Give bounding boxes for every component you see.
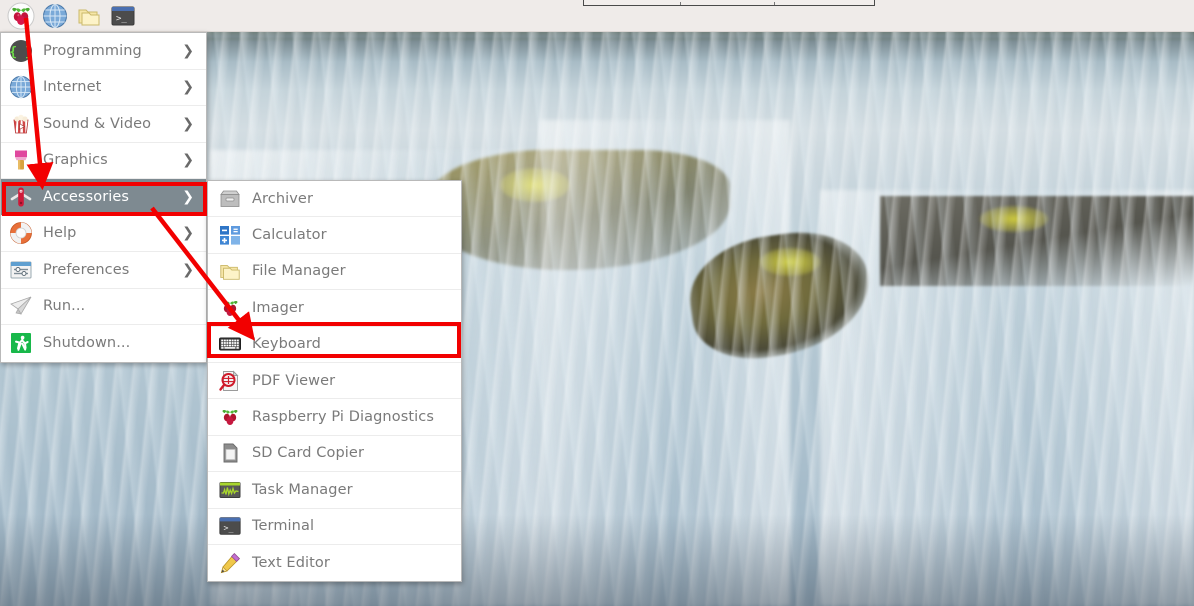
web-browser-button[interactable] (38, 1, 72, 31)
archive-box-icon (217, 186, 243, 212)
raspberry-icon (217, 295, 243, 321)
menu-item-shutdown[interactable]: Shutdown... (1, 325, 206, 362)
menu-item-label: Graphics (43, 152, 108, 169)
submenu-item-label: File Manager (252, 263, 346, 280)
menu-item-help[interactable]: Help ❯ (1, 215, 206, 252)
svg-text:>_: >_ (116, 14, 127, 24)
chevron-right-icon: ❯ (182, 225, 194, 242)
menu-item-programming[interactable]: { } Programming ❯ (1, 33, 206, 70)
submenu-item-sd-card-copier[interactable]: SD Card Copier (208, 435, 461, 473)
graph-monitor-icon (217, 477, 243, 503)
submenu-item-label: Archiver (252, 190, 314, 207)
menu-item-label: Run... (43, 298, 86, 315)
desktop-screen: >_ { } Programming ❯ Internet ❯ Sound & … (0, 0, 1194, 606)
menu-item-accessories[interactable]: + Accessories ❯ (1, 179, 206, 216)
submenu-item-file-manager[interactable]: File Manager (208, 253, 461, 291)
submenu-item-task-manager[interactable]: Task Manager (208, 472, 461, 509)
submenu-item-label: Raspberry Pi Diagnostics (252, 409, 434, 426)
exit-running-man-icon (8, 330, 34, 356)
pencil-icon (217, 550, 243, 576)
terminal-icon: >_ (217, 513, 243, 539)
menu-item-label: Preferences (43, 261, 130, 278)
menu-item-graphics[interactable]: Graphics ❯ (1, 142, 206, 179)
submenu-item-label: Keyboard (252, 336, 321, 353)
submenu-item-keyboard[interactable]: Keyboard (208, 326, 461, 363)
menu-item-label: Help (43, 225, 77, 242)
application-menu: { } Programming ❯ Internet ❯ Sound & Vid… (0, 32, 207, 363)
chevron-right-icon: ❯ (182, 188, 194, 205)
submenu-item-label: Calculator (252, 227, 327, 244)
submenu-item-label: SD Card Copier (252, 445, 365, 462)
submenu-item-calculator[interactable]: Calculator (208, 217, 461, 254)
chevron-right-icon: ❯ (182, 42, 194, 59)
calculator-icon (217, 222, 243, 248)
submenu-item-terminal[interactable]: >_ Terminal (208, 508, 461, 545)
menu-item-label: Shutdown... (43, 335, 131, 352)
menu-item-label: Sound & Video (43, 115, 152, 132)
menu-item-preferences[interactable]: Preferences ❯ (1, 252, 206, 289)
swiss-army-knife-icon: + (8, 184, 34, 210)
menu-item-internet[interactable]: Internet ❯ (1, 69, 206, 106)
folder-icon (217, 258, 243, 284)
chevron-right-icon: ❯ (182, 115, 194, 132)
menu-item-label: Accessories (43, 188, 130, 205)
submenu-item-pdf-viewer[interactable]: PDF Viewer (208, 362, 461, 400)
chevron-right-icon: ❯ (182, 152, 194, 169)
life-preserver-icon (8, 220, 34, 246)
submenu-item-archiver[interactable]: Archiver (208, 181, 461, 218)
popcorn-icon (8, 111, 34, 137)
svg-text:{ }: { } (9, 45, 32, 60)
menu-item-label: Programming (43, 42, 142, 59)
submenu-item-label: Terminal (252, 518, 315, 535)
menu-item-label: Internet (43, 79, 102, 96)
submenu-item-raspberry-pi-diagnostics[interactable]: Raspberry Pi Diagnostics (208, 399, 461, 436)
pdf-magnifier-icon (217, 368, 243, 394)
sliders-window-icon (8, 257, 34, 283)
terminal-button[interactable]: >_ (106, 1, 140, 31)
submenu-item-imager[interactable]: Imager (208, 290, 461, 327)
accessories-submenu: Archiver Calculator File Manager Imager … (207, 180, 462, 583)
paper-plane-icon (8, 293, 34, 319)
offscreen-window-bottom-edge (583, 0, 875, 6)
chevron-right-icon: ❯ (182, 79, 194, 96)
globe-icon (8, 74, 34, 100)
code-braces-icon: { } (8, 38, 34, 64)
submenu-item-label: Imager (252, 299, 304, 316)
submenu-item-label: Text Editor (252, 555, 330, 572)
raspberry-pi-menu-button[interactable] (4, 1, 38, 31)
submenu-item-text-editor[interactable]: Text Editor (208, 544, 461, 582)
svg-text:>_: >_ (224, 523, 234, 533)
menu-item-sound-and-video[interactable]: Sound & Video ❯ (1, 106, 206, 143)
sd-card-icon (217, 440, 243, 466)
submenu-item-label: Task Manager (252, 481, 353, 498)
submenu-item-label: PDF Viewer (252, 372, 336, 389)
raspberry-icon (217, 404, 243, 430)
keyboard-icon (217, 331, 243, 357)
file-manager-button[interactable] (72, 1, 106, 31)
menu-item-run[interactable]: Run... (1, 288, 206, 325)
paintbrush-icon (8, 147, 34, 173)
svg-text:+: + (19, 188, 23, 194)
chevron-right-icon: ❯ (182, 261, 194, 278)
